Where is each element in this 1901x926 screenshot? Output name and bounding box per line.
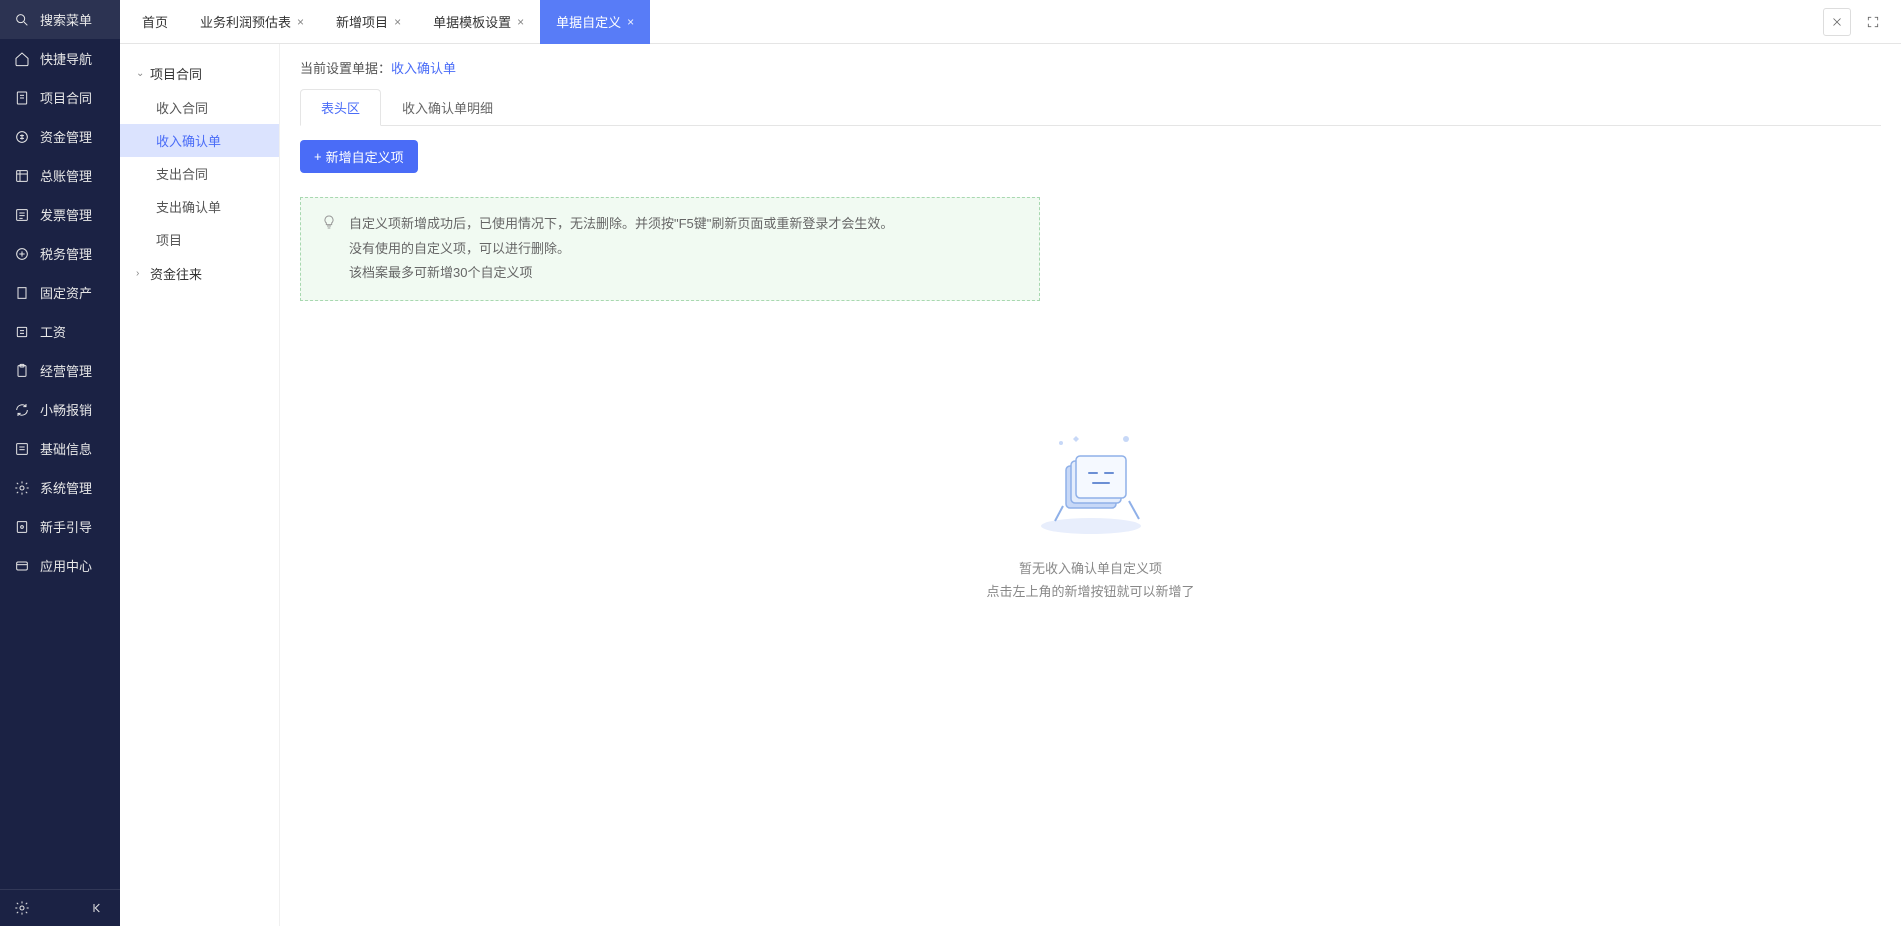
sidebar-item-label: 税务管理 <box>40 244 92 263</box>
tree-item-project[interactable]: 项目 <box>120 223 279 256</box>
tree-panel: ⌄ 项目合同 收入合同 收入确认单 支出合同 支出确认单 项目 › 资金往来 <box>120 44 280 926</box>
hint-box: 自定义项新增成功后，已使用情况下，无法删除。并须按"F5键"刷新页面或重新登录才… <box>300 197 1040 301</box>
tab-home[interactable]: 首页 <box>126 0 184 44</box>
close-icon[interactable]: × <box>627 15 634 29</box>
sidebar-item-label: 搜索菜单 <box>40 10 92 29</box>
sidebar-item-fund-mgmt[interactable]: 资金管理 <box>0 117 120 156</box>
sidebar-item-apps[interactable]: 应用中心 <box>0 546 120 585</box>
tab-new-project[interactable]: 新增项目 × <box>320 0 417 44</box>
sidebar-item-expense[interactable]: 小畅报销 <box>0 390 120 429</box>
sidebar-item-project-contract[interactable]: 项目合同 <box>0 78 120 117</box>
sidebar-item-label: 快捷导航 <box>40 49 92 68</box>
add-custom-field-button[interactable]: + 新增自定义项 <box>300 140 418 173</box>
sidebar-item-label: 固定资产 <box>40 283 92 302</box>
close-all-tabs-button[interactable] <box>1823 8 1851 36</box>
inner-tab-header-area[interactable]: 表头区 <box>300 89 381 126</box>
gear-icon[interactable] <box>14 900 30 916</box>
tree-group-label: 项目合同 <box>150 64 202 83</box>
clipboard-icon <box>14 363 30 379</box>
subtitle-value: 收入确认单 <box>391 61 456 76</box>
sidebar-item-label: 资金管理 <box>40 127 92 146</box>
tree-group-project-contract[interactable]: ⌄ 项目合同 <box>120 56 279 91</box>
sidebar-item-business-mgmt[interactable]: 经营管理 <box>0 351 120 390</box>
sidebar-item-basic-info[interactable]: 基础信息 <box>0 429 120 468</box>
tab-label: 新增项目 <box>336 12 388 31</box>
empty-line: 点击左上角的新增按钮就可以新增了 <box>986 580 1194 603</box>
sidebar-item-label: 经营管理 <box>40 361 92 380</box>
hint-line: 该档案最多可新增30个自定义项 <box>349 261 893 286</box>
sidebar-item-label: 系统管理 <box>40 478 92 497</box>
sidebar-item-label: 应用中心 <box>40 556 92 575</box>
building-icon <box>14 285 30 301</box>
tree-group-label: 资金往来 <box>150 264 202 283</box>
sidebar-item-quick-nav[interactable]: 快捷导航 <box>0 39 120 78</box>
tab-custom-doc[interactable]: 单据自定义 × <box>540 0 650 44</box>
tab-profit-estimate[interactable]: 业务利润预估表 × <box>184 0 320 44</box>
hint-line: 自定义项新增成功后，已使用情况下，无法删除。并须按"F5键"刷新页面或重新登录才… <box>349 212 893 237</box>
sidebar-item-label: 发票管理 <box>40 205 92 224</box>
salary-icon <box>14 324 30 340</box>
button-label: 新增自定义项 <box>326 147 404 166</box>
tab-label: 单据模板设置 <box>433 12 511 31</box>
sidebar-item-invoice[interactable]: 发票管理 <box>0 195 120 234</box>
info-icon <box>14 441 30 457</box>
system-icon <box>14 480 30 496</box>
collapse-icon[interactable] <box>90 900 106 916</box>
inner-tabs: 表头区 收入确认单明细 <box>300 89 1881 126</box>
sidebar-item-guide[interactable]: 新手引导 <box>0 507 120 546</box>
sidebar-item-tax[interactable]: 税务管理 <box>0 234 120 273</box>
tree-item-expense-confirm[interactable]: 支出确认单 <box>120 190 279 223</box>
tab-label: 业务利润预估表 <box>200 12 291 31</box>
sidebar-item-label: 项目合同 <box>40 88 92 107</box>
sidebar-item-search[interactable]: 搜索菜单 <box>0 0 120 39</box>
tab-label: 单据自定义 <box>556 12 621 31</box>
sidebar-item-ledger[interactable]: 总账管理 <box>0 156 120 195</box>
sidebar-item-label: 工资 <box>40 322 66 341</box>
sidebar-item-salary[interactable]: 工资 <box>0 312 120 351</box>
apps-icon <box>14 558 30 574</box>
hint-line: 没有使用的自定义项，可以进行删除。 <box>349 237 893 262</box>
plus-icon: + <box>314 149 322 164</box>
home-icon <box>14 51 30 67</box>
invoice-icon <box>14 207 30 223</box>
tab-label: 首页 <box>142 12 168 31</box>
page-subtitle: 当前设置单据：收入确认单 <box>300 58 1881 77</box>
page-content: 当前设置单据：收入确认单 表头区 收入确认单明细 + 新增自定义项 自定义项新增… <box>280 44 1901 926</box>
chevron-right-icon: › <box>136 268 146 279</box>
tree-item-income-contract[interactable]: 收入合同 <box>120 91 279 124</box>
inner-tab-detail[interactable]: 收入确认单明细 <box>381 89 514 126</box>
tax-icon <box>14 246 30 262</box>
empty-illustration <box>1021 421 1161 541</box>
empty-line: 暂无收入确认单自定义项 <box>1019 557 1162 580</box>
ledger-icon <box>14 168 30 184</box>
sidebar-item-label: 基础信息 <box>40 439 92 458</box>
close-icon[interactable]: × <box>517 15 524 29</box>
money-icon <box>14 129 30 145</box>
tab-template-settings[interactable]: 单据模板设置 × <box>417 0 540 44</box>
search-icon <box>14 12 30 28</box>
sidebar-item-label: 小畅报销 <box>40 400 92 419</box>
top-tabs: 首页 业务利润预估表 × 新增项目 × 单据模板设置 × 单据自定义 × <box>120 0 1901 44</box>
close-icon[interactable]: × <box>297 15 304 29</box>
refresh-icon <box>14 402 30 418</box>
fullscreen-button[interactable] <box>1859 8 1887 36</box>
sidebar-item-label: 总账管理 <box>40 166 92 185</box>
tree-item-expense-contract[interactable]: 支出合同 <box>120 157 279 190</box>
lightbulb-icon <box>321 214 337 286</box>
close-icon[interactable]: × <box>394 15 401 29</box>
guide-icon <box>14 519 30 535</box>
sidebar-item-system-mgmt[interactable]: 系统管理 <box>0 468 120 507</box>
sidebar: 搜索菜单 快捷导航 项目合同 资金管理 总账管理 发票管理 <box>0 0 120 926</box>
empty-state: 暂无收入确认单自定义项 点击左上角的新增按钮就可以新增了 <box>300 421 1881 604</box>
chevron-down-icon: ⌄ <box>136 68 146 79</box>
tree-item-income-confirm[interactable]: 收入确认单 <box>120 124 279 157</box>
tree-group-fund-flow[interactable]: › 资金往来 <box>120 256 279 291</box>
sidebar-item-fixed-assets[interactable]: 固定资产 <box>0 273 120 312</box>
sidebar-item-label: 新手引导 <box>40 517 92 536</box>
document-icon <box>14 90 30 106</box>
subtitle-prefix: 当前设置单据： <box>300 61 391 76</box>
